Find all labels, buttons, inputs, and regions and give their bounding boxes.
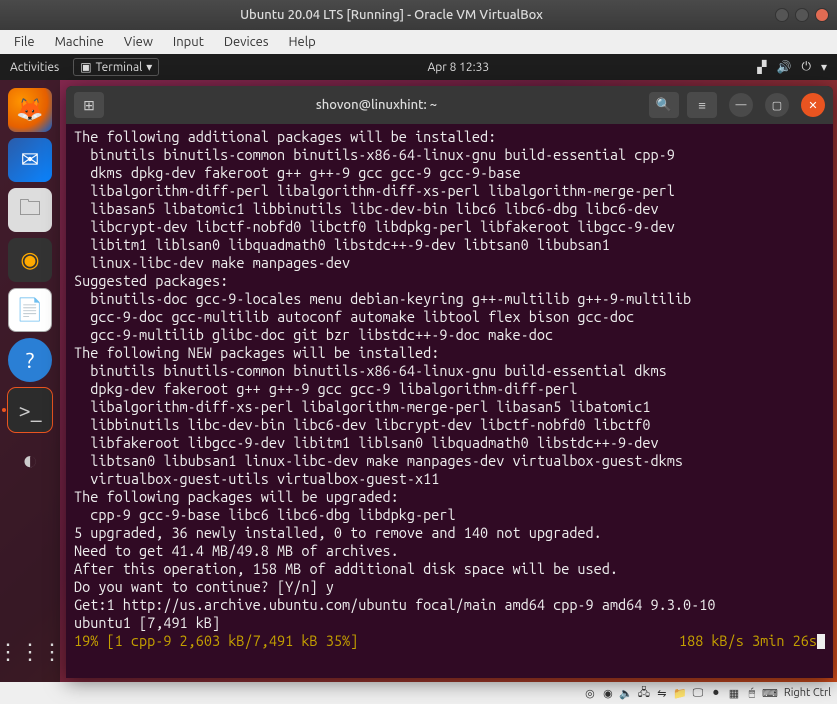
vbox-menu-devices[interactable]: Devices [216, 33, 277, 51]
terminal-progress-right: 188 kB/s 3min 26s [679, 632, 825, 650]
terminal-line: gcc-9-doc gcc-multilib autoconf automake… [74, 308, 634, 325]
vbox-menubar: File Machine View Input Devices Help [0, 30, 837, 54]
terminal-icon: ▣ [80, 60, 91, 74]
terminal-line: libfakeroot libgcc-9-dev libitm1 liblsan… [74, 434, 659, 451]
vbox-maximize-button[interactable] [795, 8, 809, 22]
vbox-status-hdd-icon[interactable]: ◎ [582, 685, 598, 701]
power-icon[interactable]: ⏻ [801, 60, 811, 74]
terminal-line: 5 upgraded, 36 newly installed, 0 to rem… [74, 524, 602, 541]
terminal-line: binutils binutils-common binutils-x86-64… [74, 146, 675, 163]
vbox-status-keyboard-icon[interactable]: ⌨ [762, 685, 778, 701]
vbox-titlebar[interactable]: Ubuntu 20.04 LTS [Running] - Oracle VM V… [0, 0, 837, 30]
vbox-status-usb-icon[interactable]: ⇋ [654, 685, 670, 701]
chevron-down-icon: ▾ [146, 60, 152, 74]
terminal-window: ⊞ shovon@linuxhint: ~ 🔍 ≡ — ▢ ✕ The foll… [66, 86, 833, 678]
system-menu-chevron-icon[interactable]: ▾ [821, 60, 827, 74]
vbox-close-button[interactable] [815, 8, 829, 22]
vbox-menu-view[interactable]: View [116, 33, 161, 51]
terminal-title: shovon@linuxhint: ~ [112, 98, 641, 112]
gnome-topbar: Activities ▣ Terminal ▾ Apr 8 12:33 ▞ 🔊 … [0, 54, 837, 80]
vbox-status-display-icon[interactable]: 🖵 [690, 685, 706, 701]
vbox-status-recording-icon[interactable]: ⏺ [708, 685, 724, 701]
terminal-line: libalgorithm-diff-perl libalgorithm-diff… [74, 182, 675, 199]
terminal-progress-left: 19% [1 cpp-9 2,603 kB/7,491 kB 35%] [74, 632, 358, 649]
terminal-close-button[interactable]: ✕ [801, 93, 825, 117]
focused-app-menu[interactable]: ▣ Terminal ▾ [73, 58, 159, 76]
vbox-status-shared-folders-icon[interactable]: 📁 [672, 685, 688, 701]
vbox-status-network-icon[interactable]: 🖧 [636, 685, 652, 701]
clock[interactable]: Apr 8 12:33 [159, 61, 757, 74]
dock-rhythmbox[interactable]: ◉ [8, 238, 52, 282]
terminal-line: The following packages will be upgraded: [74, 488, 399, 505]
activities-button[interactable]: Activities [10, 61, 59, 74]
terminal-line: binutils binutils-common binutils-x86-64… [74, 362, 667, 379]
dock-files[interactable]: 🗀 [8, 188, 52, 232]
terminal-line: libalgorithm-diff-xs-perl libalgorithm-m… [74, 398, 651, 415]
terminal-minimize-button[interactable]: — [729, 93, 753, 117]
terminal-line: libtsan0 libubsan1 linux-libc-dev make m… [74, 452, 683, 469]
vbox-host-key[interactable]: Right Ctrl [784, 687, 831, 699]
terminal-line: dkms dpkg-dev fakeroot g++ g++-9 gcc gcc… [74, 164, 521, 181]
network-icon[interactable]: ▞ [757, 60, 766, 74]
dock-firefox[interactable]: 🦊 [8, 88, 52, 132]
vbox-status-cpu-icon[interactable]: ▦ [726, 685, 742, 701]
vbox-status-audio-icon[interactable]: 🔈 [618, 685, 634, 701]
vbox-status-optical-icon[interactable]: ◉ [600, 685, 616, 701]
vbox-title: Ubuntu 20.04 LTS [Running] - Oracle VM V… [8, 8, 775, 22]
vbox-menu-input[interactable]: Input [165, 33, 212, 51]
vbox-menu-file[interactable]: File [6, 33, 43, 51]
terminal-line: Need to get 41.4 MB/49.8 MB of archives. [74, 542, 399, 559]
vbox-guest-display[interactable]: Activities ▣ Terminal ▾ Apr 8 12:33 ▞ 🔊 … [0, 54, 837, 682]
terminal-line: gcc-9-multilib glibc-doc git bzr libstdc… [74, 326, 553, 343]
terminal-headerbar[interactable]: ⊞ shovon@linuxhint: ~ 🔍 ≡ — ▢ ✕ [66, 86, 833, 124]
ubuntu-workspace: 🦊 ✉ 🗀 ◉ 📄 ? >_ ◐ ⋮⋮⋮ ⊞ shovon@linuxhint:… [0, 80, 837, 682]
terminal-line: cpp-9 gcc-9-base libc6 libc6-dbg libdpkg… [74, 506, 456, 523]
terminal-maximize-button[interactable]: ▢ [765, 93, 789, 117]
terminal-line: dpkg-dev fakeroot g++ g++-9 gcc gcc-9 li… [74, 380, 577, 397]
terminal-line: The following additional packages will b… [74, 128, 496, 145]
dock-software-updater[interactable]: ◐ [8, 438, 52, 482]
terminal-line: libcrypt-dev libctf-nobfd0 libctf0 libdp… [74, 218, 675, 235]
terminal-line: Do you want to continue? [Y/n] y [74, 578, 334, 595]
search-icon: 🔍 [656, 98, 672, 113]
terminal-line: ubuntu1 [7,491 kB] [74, 614, 220, 631]
terminal-new-tab-button[interactable]: ⊞ [74, 92, 104, 118]
terminal-line: virtualbox-guest-utils virtualbox-guest-… [74, 470, 439, 487]
vbox-statusbar: ◎ ◉ 🔈 🖧 ⇋ 📁 🖵 ⏺ ▦ 🖱 ⌨ Right Ctrl [0, 682, 837, 704]
dock: 🦊 ✉ 🗀 ◉ 📄 ? >_ ◐ ⋮⋮⋮ [0, 80, 60, 682]
terminal-line: linux-libc-dev make manpages-dev [74, 254, 350, 271]
vbox-status-mouse-icon[interactable]: 🖱 [744, 685, 760, 701]
dock-help[interactable]: ? [8, 338, 52, 382]
focused-app-name: Terminal [96, 61, 143, 74]
dock-show-applications[interactable]: ⋮⋮⋮ [8, 630, 52, 674]
terminal-line: binutils-doc gcc-9-locales menu debian-k… [74, 290, 691, 307]
terminal-line: libitm1 liblsan0 libquadmath0 libstdc++-… [74, 236, 610, 253]
dock-thunderbird[interactable]: ✉ [8, 138, 52, 182]
terminal-cursor [817, 634, 825, 649]
volume-icon[interactable]: 🔊 [777, 60, 792, 74]
terminal-line: libasan5 libatomic1 libbinutils libc-dev… [74, 200, 659, 217]
vbox-menu-help[interactable]: Help [281, 33, 324, 51]
terminal-line: Suggested packages: [74, 272, 228, 289]
terminal-menu-button[interactable]: ≡ [687, 92, 717, 118]
terminal-line: Get:1 http://us.archive.ubuntu.com/ubunt… [74, 596, 715, 613]
hamburger-icon: ≡ [698, 98, 706, 113]
vbox-menu-machine[interactable]: Machine [47, 33, 112, 51]
terminal-line: After this operation, 158 MB of addition… [74, 560, 618, 577]
dock-terminal[interactable]: >_ [8, 388, 52, 432]
terminal-line: libbinutils libc-dev-bin libc6-dev libcr… [74, 416, 651, 433]
ubuntu-desktop: Activities ▣ Terminal ▾ Apr 8 12:33 ▞ 🔊 … [0, 54, 837, 682]
vbox-minimize-button[interactable] [775, 8, 789, 22]
terminal-line: The following NEW packages will be insta… [74, 344, 439, 361]
virtualbox-window: Ubuntu 20.04 LTS [Running] - Oracle VM V… [0, 0, 837, 704]
terminal-search-button[interactable]: 🔍 [649, 92, 679, 118]
dock-libreoffice-writer[interactable]: 📄 [8, 288, 52, 332]
terminal-output[interactable]: The following additional packages will b… [66, 124, 833, 678]
